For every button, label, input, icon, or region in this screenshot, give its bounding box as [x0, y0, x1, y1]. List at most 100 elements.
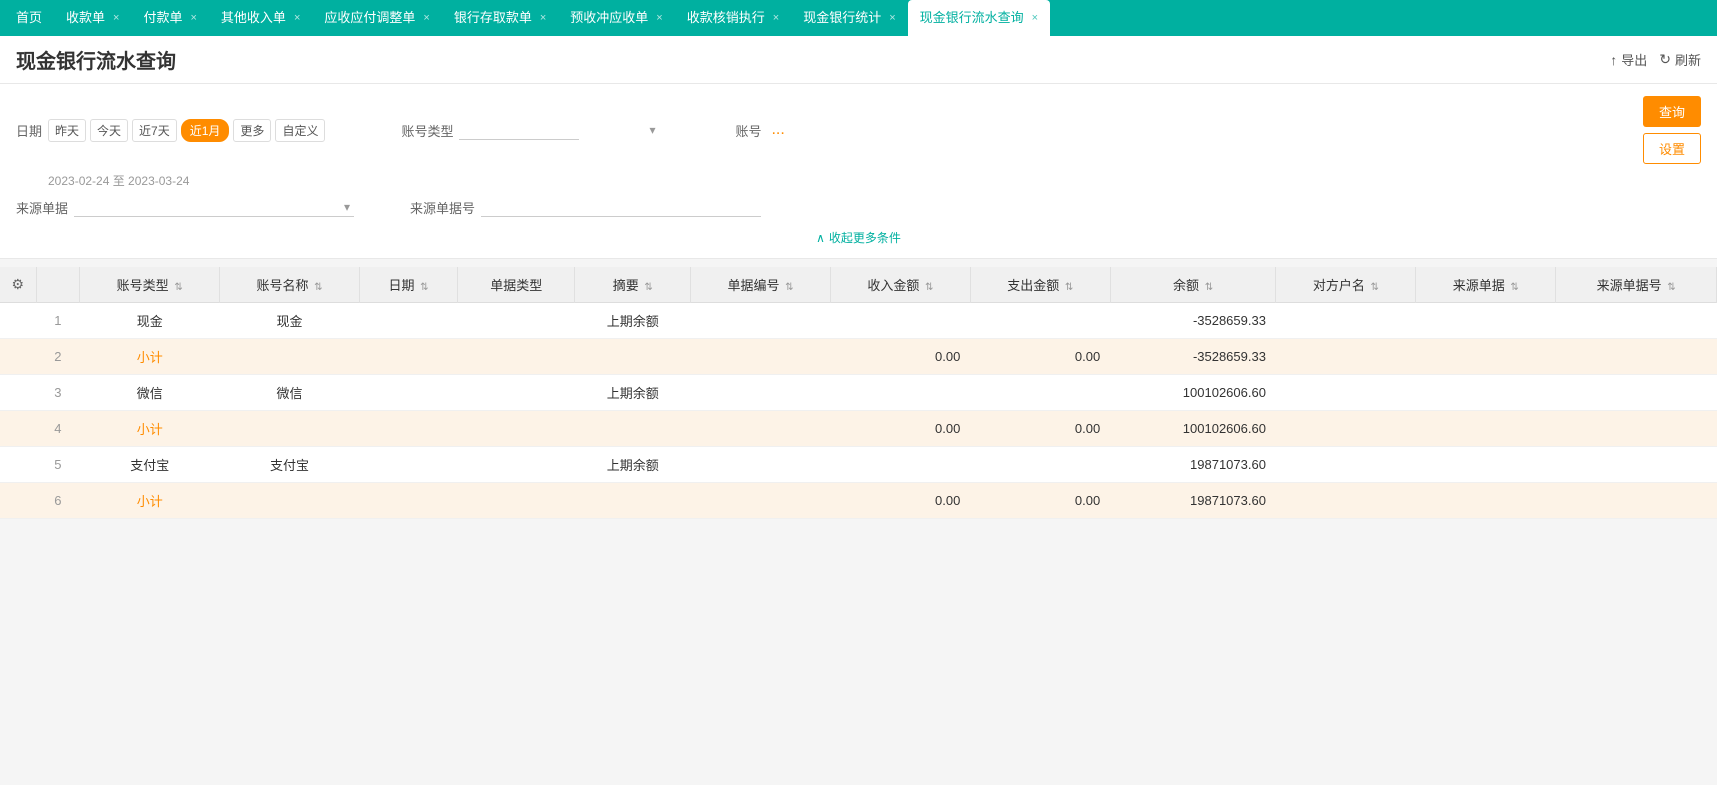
- table-row: 3微信微信上期余额100102606.60: [0, 375, 1717, 411]
- column-settings-icon[interactable]: ⚙: [11, 276, 24, 292]
- account-type-column-label: 账号类型: [117, 278, 169, 293]
- row-seq: 6: [36, 483, 80, 519]
- row-source-doc-no: [1556, 483, 1717, 519]
- income-column-header: 收入金额 ⇅: [830, 267, 970, 303]
- nav-item-verify[interactable]: 收款核销执行 ×: [675, 0, 791, 36]
- source-doc-label: 来源单据: [16, 198, 68, 217]
- close-verify-icon[interactable]: ×: [773, 0, 779, 36]
- row-account-type: 微信: [80, 375, 220, 411]
- account-type-select-wrapper: [459, 120, 659, 140]
- close-receipt-icon[interactable]: ×: [113, 0, 119, 36]
- doc-type-column-header: 单据类型: [458, 267, 575, 303]
- date-last7-button[interactable]: 近7天: [132, 119, 177, 142]
- row-income: 0.00: [830, 339, 970, 375]
- nav-item-ap-adjust[interactable]: 应收应付调整单 ×: [312, 0, 441, 36]
- date-yesterday-button[interactable]: 昨天: [48, 119, 86, 142]
- close-payment-icon[interactable]: ×: [190, 0, 196, 36]
- close-cash-flow-icon[interactable]: ×: [1032, 0, 1038, 36]
- page-header: 现金银行流水查询 ↑ 导出 ↻ 刷新: [0, 36, 1717, 84]
- nav-item-cash-flow[interactable]: 现金银行流水查询 ×: [908, 0, 1050, 36]
- row-gear: [0, 483, 36, 519]
- row-seq: 2: [36, 339, 80, 375]
- row-counterpart: [1276, 483, 1416, 519]
- source-doc-no-input[interactable]: [481, 197, 761, 217]
- row-account-type: 小计: [80, 339, 220, 375]
- query-button[interactable]: 查询: [1643, 96, 1701, 127]
- account-type-sort-icon[interactable]: ⇅: [174, 282, 182, 293]
- row-summary: 上期余额: [575, 375, 691, 411]
- date-today-button[interactable]: 今天: [90, 119, 128, 142]
- nav-item-payment[interactable]: 付款单 ×: [131, 0, 208, 36]
- date-filter-label: 日期: [16, 121, 42, 140]
- source-doc-column-header: 来源单据 ⇅: [1416, 267, 1556, 303]
- row-date: [359, 339, 457, 375]
- nav-item-cash-stat[interactable]: 现金银行统计 ×: [791, 0, 907, 36]
- row-gear: [0, 447, 36, 483]
- source-doc-no-label: 来源单据号: [410, 198, 475, 217]
- row-account-name: [220, 339, 360, 375]
- export-button[interactable]: ↑ 导出: [1610, 50, 1647, 69]
- source-doc-select-wrapper: [74, 197, 354, 217]
- account-type-select[interactable]: [459, 120, 579, 140]
- row-doc-type: [458, 303, 575, 339]
- close-other-income-icon[interactable]: ×: [294, 0, 300, 36]
- row-doc-no: [691, 483, 831, 519]
- source-doc-no-sort-icon[interactable]: ⇅: [1667, 282, 1675, 293]
- close-bank-deposit-icon[interactable]: ×: [540, 0, 546, 36]
- counterpart-sort-icon[interactable]: ⇅: [1371, 282, 1379, 293]
- row-expense: [970, 375, 1110, 411]
- source-doc-no-column-label: 来源单据号: [1597, 278, 1662, 293]
- row-account-name: 现金: [220, 303, 360, 339]
- close-cash-stat-icon[interactable]: ×: [889, 0, 895, 36]
- date-buttons: 昨天 今天 近7天 近1月 更多 自定义: [48, 119, 325, 142]
- filter-row-2: 来源单据 来源单据号: [16, 197, 1701, 217]
- nav-item-receipt[interactable]: 收款单 ×: [54, 0, 131, 36]
- export-icon: ↑: [1610, 52, 1617, 68]
- summary-column-header: 摘要 ⇅: [575, 267, 691, 303]
- income-sort-icon[interactable]: ⇅: [925, 282, 933, 293]
- nav-item-prepay[interactable]: 预收冲应收单 ×: [558, 0, 674, 36]
- row-doc-type: [458, 447, 575, 483]
- counterpart-column-header: 对方户名 ⇅: [1276, 267, 1416, 303]
- row-doc-no: [691, 303, 831, 339]
- row-doc-type: [458, 375, 575, 411]
- row-counterpart: [1276, 411, 1416, 447]
- row-summary: [575, 339, 691, 375]
- nav-item-bank-deposit[interactable]: 银行存取款单 ×: [442, 0, 558, 36]
- account-name-sort-icon[interactable]: ⇅: [314, 282, 322, 293]
- row-gear: [0, 303, 36, 339]
- date-range-text: 2023-02-24 至 2023-03-24: [48, 174, 189, 188]
- date-column-label: 日期: [389, 278, 415, 293]
- refresh-button[interactable]: ↻ 刷新: [1659, 50, 1701, 69]
- row-account-type: 小计: [80, 483, 220, 519]
- account-ellipsis-button[interactable]: ...: [767, 121, 788, 139]
- collapse-bar[interactable]: ∧ 收起更多条件: [16, 225, 1701, 250]
- expense-sort-icon[interactable]: ⇅: [1065, 282, 1073, 293]
- source-doc-no-column-header: 来源单据号 ⇅: [1556, 267, 1717, 303]
- date-last1m-button[interactable]: 近1月: [181, 119, 230, 142]
- source-doc-sort-icon[interactable]: ⇅: [1510, 282, 1518, 293]
- close-ap-adjust-icon[interactable]: ×: [423, 0, 429, 36]
- setting-button[interactable]: 设置: [1643, 133, 1701, 164]
- income-column-label: 收入金额: [867, 278, 919, 293]
- doc-no-sort-icon[interactable]: ⇅: [785, 282, 793, 293]
- balance-column-label: 余额: [1173, 278, 1199, 293]
- close-prepay-icon[interactable]: ×: [656, 0, 662, 36]
- row-doc-no: [691, 339, 831, 375]
- balance-sort-icon[interactable]: ⇅: [1205, 282, 1213, 293]
- date-sort-icon[interactable]: ⇅: [420, 282, 428, 293]
- date-custom-button[interactable]: 自定义: [275, 119, 325, 142]
- nav-item-other-income[interactable]: 其他收入单 ×: [209, 0, 312, 36]
- row-balance: -3528659.33: [1110, 303, 1276, 339]
- summary-sort-icon[interactable]: ⇅: [644, 282, 652, 293]
- row-income: [830, 375, 970, 411]
- table-row: 1现金现金上期余额-3528659.33: [0, 303, 1717, 339]
- row-account-name: [220, 411, 360, 447]
- filter-area: 日期 昨天 今天 近7天 近1月 更多 自定义 账号类型 账号 ...: [0, 84, 1717, 259]
- table-row: 5支付宝支付宝上期余额19871073.60: [0, 447, 1717, 483]
- date-more-button[interactable]: 更多: [233, 119, 271, 142]
- source-doc-select[interactable]: [74, 197, 354, 217]
- row-date: [359, 303, 457, 339]
- nav-item-home[interactable]: 首页: [4, 0, 54, 36]
- row-seq: 5: [36, 447, 80, 483]
